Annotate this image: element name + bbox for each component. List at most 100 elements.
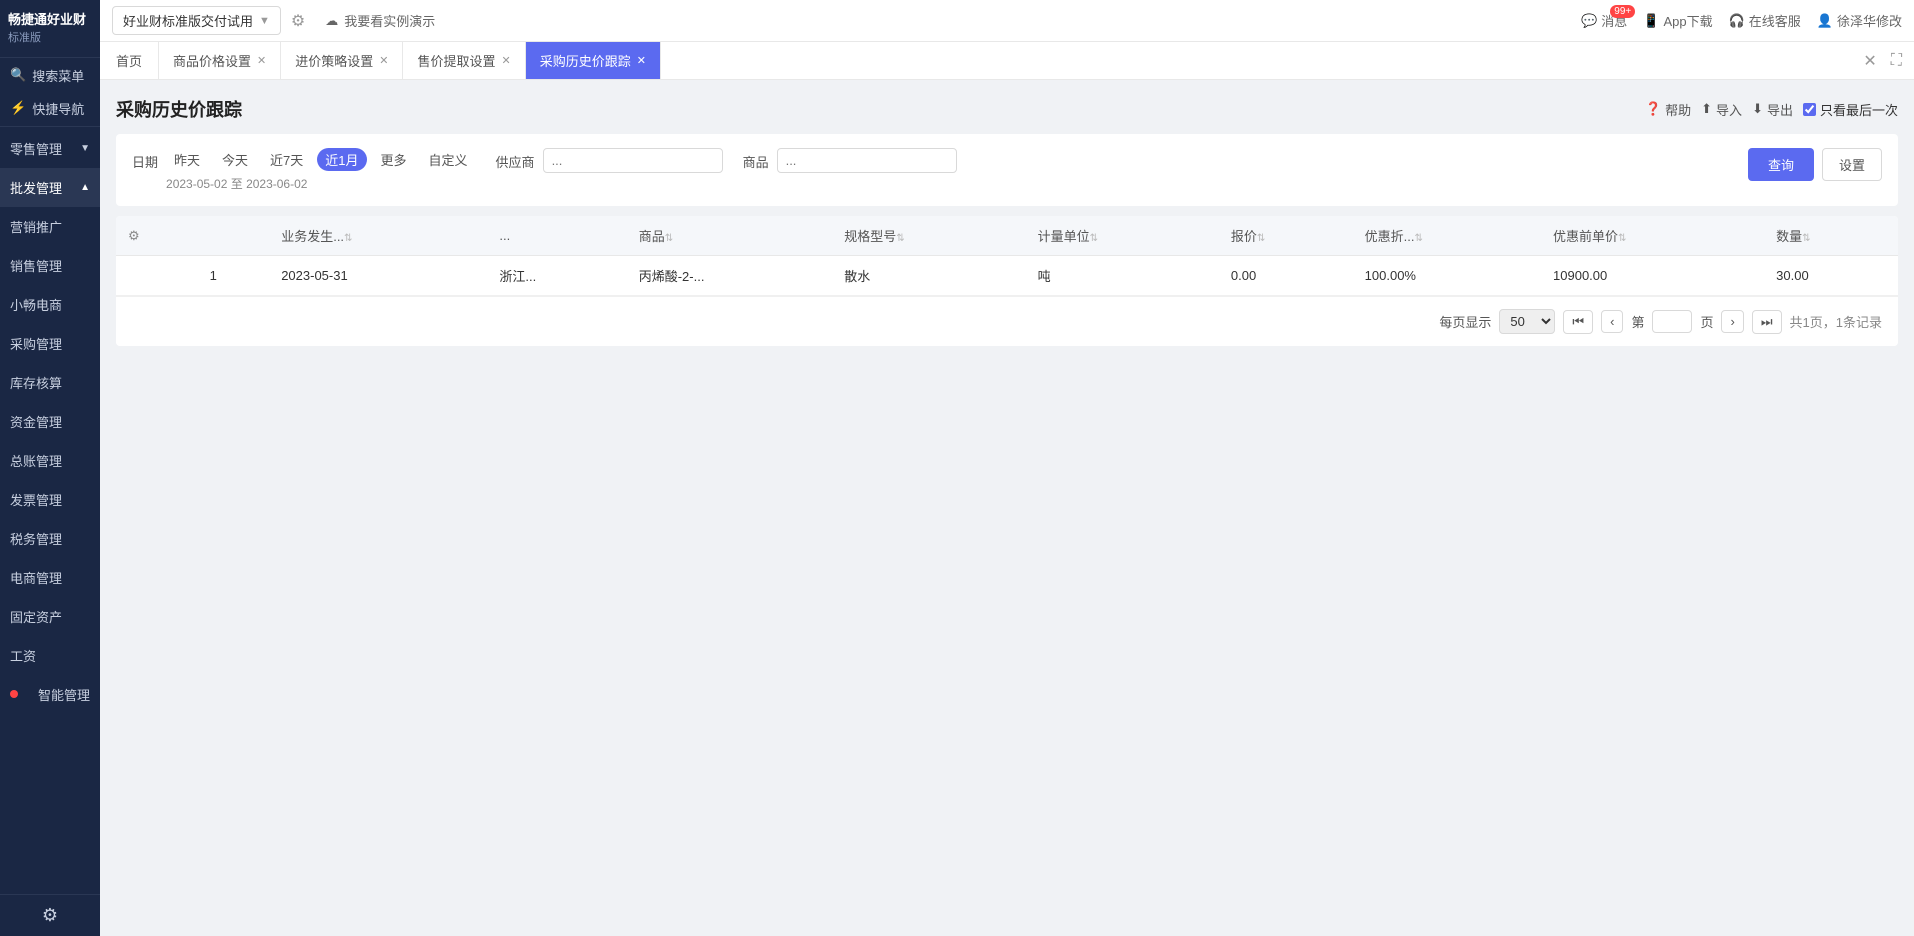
sidebar-item-payroll[interactable]: 工资	[0, 636, 100, 675]
settings-filter-button[interactable]: 设置	[1822, 148, 1882, 181]
sidebar-item-purchase[interactable]: 采购管理	[0, 324, 100, 363]
sidebar-item-retail[interactable]: 零售管理▼	[0, 129, 100, 168]
date-option-近7天[interactable]: 近7天	[262, 148, 311, 171]
col-header-discount[interactable]: 优惠折...⇅	[1353, 216, 1541, 256]
sidebar-item-inventory[interactable]: 库存核算	[0, 363, 100, 402]
settings-icon[interactable]: ⚙	[42, 905, 58, 926]
import-label: 导入	[1716, 100, 1742, 119]
col-label-goods: 商品	[639, 229, 665, 244]
date-option-近1月[interactable]: 近1月	[317, 148, 366, 171]
filter-bar: 日期 昨天今天近7天近1月更多自定义 2023-05-02 至 2023-06-…	[116, 134, 1898, 206]
chevron-down-icon: ▼	[80, 143, 90, 154]
tab-close-icon[interactable]: ✕	[257, 54, 266, 67]
last-only-checkbox[interactable]: 只看最后一次	[1803, 100, 1898, 119]
sort-icon-biz_date[interactable]: ⇅	[344, 233, 352, 244]
page-header: 采购历史价跟踪 ❓ 帮助 ⬆ 导入 ⬇ 导出 只看最后一次	[116, 96, 1898, 122]
col-header-quantity[interactable]: 数量⇅	[1764, 216, 1898, 256]
table-head: ⚙业务发生...⇅...商品⇅规格型号⇅计量单位⇅报价⇅优惠折...⇅优惠前单价…	[116, 216, 1898, 256]
tab-goods-price[interactable]: 商品价格设置 ✕	[159, 42, 281, 80]
sidebar-item-label: 采购管理	[10, 334, 62, 353]
supplier-input[interactable]	[543, 148, 723, 173]
topbar-user[interactable]: 👤 徐泽华修改	[1817, 11, 1902, 30]
first-page-button[interactable]: ⏮	[1563, 310, 1593, 334]
per-page-label: 每页显示	[1439, 312, 1491, 331]
sidebar-quick-nav-label: 快捷导航	[32, 99, 84, 118]
col-header-pre_disc_price[interactable]: 优惠前单价⇅	[1541, 216, 1764, 256]
sidebar-search[interactable]: 🔍 搜索菜单	[0, 58, 100, 93]
sidebar-item-label: 营销推广	[10, 217, 62, 236]
col-label-more: ...	[499, 228, 510, 243]
topbar-message[interactable]: 💬 消息 99+	[1581, 11, 1627, 30]
col-header-unit[interactable]: 计量单位⇅	[1026, 216, 1219, 256]
col-label-unit: 计量单位	[1038, 229, 1090, 244]
topbar-demo[interactable]: ☁ 我要看实例演示	[325, 11, 435, 30]
cell-0-6: 吨	[1026, 256, 1219, 296]
sidebar-item-label: 工资	[10, 646, 36, 665]
tab-purchase-history[interactable]: 采购历史价跟踪 ✕	[526, 42, 661, 80]
quick-nav-icon: ⚡	[10, 100, 26, 116]
table-row[interactable]: 12023-05-31浙江...丙烯酸-2-...散水吨0.00100.00%1…	[116, 256, 1898, 296]
headset-icon: 🎧	[1729, 13, 1745, 29]
sidebar-item-label: 发票管理	[10, 490, 62, 509]
date-option-自定义[interactable]: 自定义	[421, 148, 476, 171]
table-settings-icon[interactable]: ⚙	[128, 228, 140, 243]
col-label-quantity: 数量	[1776, 229, 1802, 244]
sidebar-item-invoice[interactable]: 发票管理	[0, 480, 100, 519]
demo-icon: ☁	[325, 13, 338, 29]
sidebar-item-tax[interactable]: 税务管理	[0, 519, 100, 558]
sort-icon-unit[interactable]: ⇅	[1090, 233, 1098, 244]
sidebar-item-finance[interactable]: 资金管理	[0, 402, 100, 441]
date-option-更多[interactable]: 更多	[373, 148, 415, 171]
date-option-昨天[interactable]: 昨天	[166, 148, 208, 171]
prev-page-button[interactable]: ‹	[1601, 310, 1623, 333]
date-option-今天[interactable]: 今天	[214, 148, 256, 171]
sidebar-quick-nav[interactable]: ⚡ 快捷导航	[0, 93, 100, 124]
sidebar-item-wholesale[interactable]: 批发管理▲	[0, 168, 100, 207]
tab-close-icon[interactable]: ✕	[637, 54, 646, 67]
sort-icon-discount[interactable]: ⇅	[1415, 233, 1423, 244]
sidebar-item-ecommerce-small[interactable]: 小畅电商	[0, 285, 100, 324]
main-area: 好业财标准版交付试用 ▼ ⚙ ☁ 我要看实例演示 💬 消息 99+ 📱 App下…	[100, 0, 1914, 936]
tab-sale-price[interactable]: 售价提取设置 ✕	[403, 42, 525, 80]
col-header-biz_date[interactable]: 业务发生...⇅	[269, 216, 487, 256]
page-number-input[interactable]: 1	[1652, 310, 1692, 333]
import-button[interactable]: ⬆ 导入	[1701, 100, 1742, 119]
sidebar-item-smart[interactable]: 智能管理	[0, 675, 100, 714]
topbar-selector[interactable]: 好业财标准版交付试用 ▼	[112, 6, 281, 35]
col-header-goods[interactable]: 商品⇅	[627, 216, 833, 256]
last-page-button[interactable]: ⏭	[1752, 310, 1782, 334]
tab-purchase-strategy[interactable]: 进价策略设置 ✕	[281, 42, 403, 80]
tab-close-icon[interactable]: ✕	[379, 54, 388, 67]
cell-0-9: 10900.00	[1541, 256, 1764, 296]
cell-0-8: 100.00%	[1353, 256, 1541, 296]
sidebar-item-sales[interactable]: 销售管理	[0, 246, 100, 285]
sort-icon-quantity[interactable]: ⇅	[1802, 233, 1810, 244]
goods-input[interactable]	[777, 148, 957, 173]
tab-close-icon[interactable]: ✕	[502, 54, 511, 67]
topbar-settings-icon[interactable]: ⚙	[291, 11, 305, 31]
tab-close-button[interactable]: ✕	[1859, 49, 1880, 73]
sort-icon-quote[interactable]: ⇅	[1257, 233, 1265, 244]
sidebar-item-general-ledger[interactable]: 总账管理	[0, 441, 100, 480]
sidebar-item-ecommerce[interactable]: 电商管理	[0, 558, 100, 597]
sidebar-item-fixed-assets[interactable]: 固定资产	[0, 597, 100, 636]
topbar-app-download[interactable]: 📱 App下载	[1643, 11, 1712, 30]
sort-icon-spec[interactable]: ⇅	[896, 233, 904, 244]
tab-home[interactable]: 首页	[100, 42, 159, 80]
dot-icon	[10, 690, 18, 698]
col-header-quote[interactable]: 报价⇅	[1219, 216, 1353, 256]
query-button[interactable]: 查询	[1748, 148, 1814, 181]
col-label-pre_disc_price: 优惠前单价	[1553, 229, 1618, 244]
per-page-select[interactable]: 102050100	[1499, 309, 1555, 334]
next-page-button[interactable]: ›	[1721, 310, 1743, 333]
export-button[interactable]: ⬇ 导出	[1752, 100, 1793, 119]
sort-icon-goods[interactable]: ⇅	[665, 233, 673, 244]
col-header-spec[interactable]: 规格型号⇅	[832, 216, 1025, 256]
filter-supplier-group: 供应商	[496, 148, 723, 173]
last-only-input[interactable]	[1803, 103, 1816, 116]
tab-expand-button[interactable]: ⛶	[1887, 50, 1906, 72]
help-button[interactable]: ❓ 帮助	[1645, 100, 1691, 119]
sidebar-item-marketing[interactable]: 营销推广	[0, 207, 100, 246]
topbar-online-service[interactable]: 🎧 在线客服	[1729, 11, 1801, 30]
sort-icon-pre_disc_price[interactable]: ⇅	[1618, 233, 1626, 244]
